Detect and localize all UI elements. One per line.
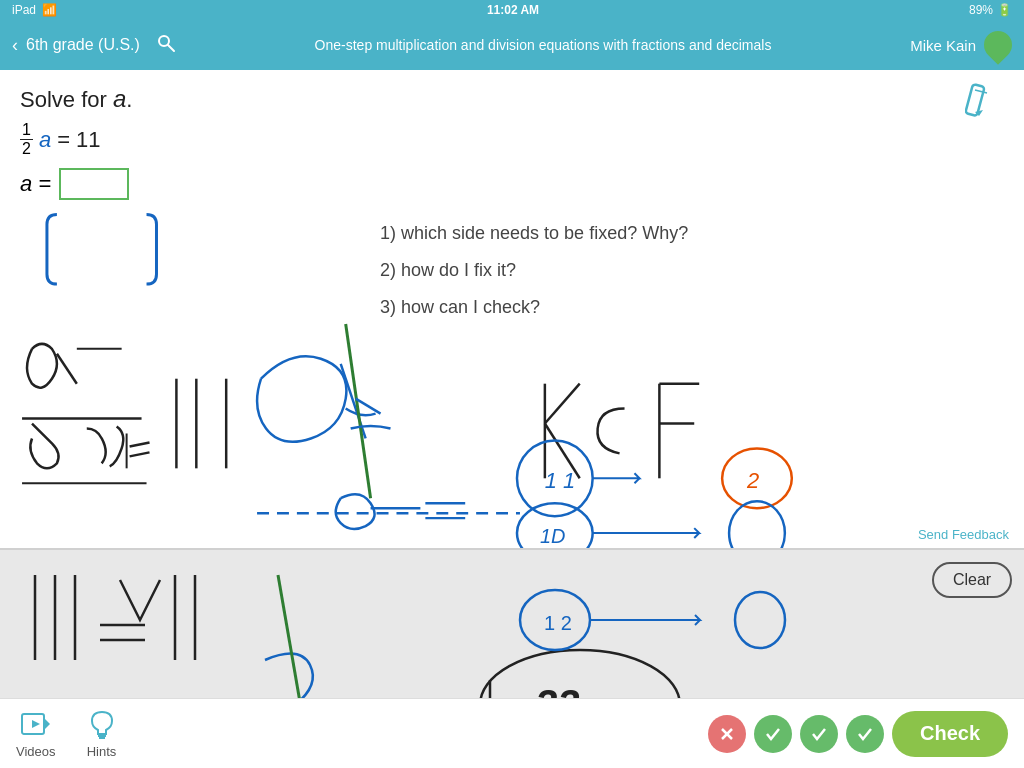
leaf-icon xyxy=(978,25,1018,65)
svg-text:1 2: 1 2 xyxy=(544,612,572,634)
grade-label: 6th grade (U.S.) xyxy=(26,36,140,54)
wifi-icon: 📶 xyxy=(42,3,57,17)
problem-area: Solve for a. 1 2 a = 11 a = xyxy=(20,85,132,200)
fraction-numerator: 1 xyxy=(20,121,33,140)
hints-icon xyxy=(86,708,118,740)
fraction-denominator: 2 xyxy=(20,140,33,158)
svg-point-32 xyxy=(520,590,590,650)
solve-variable: a xyxy=(113,85,126,112)
question-2: 2) how do I fix it? xyxy=(380,257,688,284)
question-1: 1) which side needs to be fixed? Why? xyxy=(380,220,688,247)
svg-point-15 xyxy=(517,503,593,548)
bottom-tools: Videos Hints xyxy=(16,708,118,759)
videos-label: Videos xyxy=(16,744,56,759)
videos-icon xyxy=(20,708,52,740)
hints-label: Hints xyxy=(87,744,117,759)
nav-bar: ‹ 6th grade (U.S.) One-step multiplicati… xyxy=(0,20,1024,70)
search-icon[interactable] xyxy=(156,33,176,57)
answer-box[interactable] xyxy=(59,168,129,200)
clear-button[interactable]: Clear xyxy=(932,562,1012,598)
user-area: Mike Kain xyxy=(910,31,1012,59)
status-right: 89% 🔋 xyxy=(969,3,1012,17)
back-chevron-icon: ‹ xyxy=(12,35,18,56)
svg-line-1 xyxy=(168,45,174,51)
svg-point-13 xyxy=(517,440,593,516)
svg-point-34 xyxy=(735,592,785,648)
equation-variable: a xyxy=(39,127,51,153)
svg-line-4 xyxy=(975,90,987,93)
svg-line-8 xyxy=(346,324,371,498)
svg-text:1D: 1D xyxy=(540,525,565,547)
svg-marker-42 xyxy=(32,720,40,728)
check-button[interactable]: Check xyxy=(892,711,1008,757)
battery-icon: 🔋 xyxy=(997,3,1012,17)
check-circle-2 xyxy=(800,715,838,753)
check-circle-x xyxy=(708,715,746,753)
main-content: Solve for a. 1 2 a = 11 a = 1) which sid… xyxy=(0,70,1024,698)
hints-tool[interactable]: Hints xyxy=(86,708,118,759)
eq-sign: = xyxy=(57,127,70,153)
eq-value: 11 xyxy=(76,127,100,153)
status-left: iPad 📶 xyxy=(12,3,57,17)
solve-prefix: Solve for xyxy=(20,87,113,112)
pencil-button[interactable] xyxy=(965,80,1009,124)
send-feedback-link[interactable]: Send Feedback xyxy=(918,527,1009,542)
questions-area: 1) which side needs to be fixed? Why? 2)… xyxy=(380,220,688,331)
equation-row: 1 2 a = 11 xyxy=(20,121,132,158)
status-bar: iPad 📶 11:02 AM 89% 🔋 xyxy=(0,0,1024,20)
svg-point-17 xyxy=(722,448,792,508)
svg-point-19 xyxy=(729,501,785,548)
svg-text:1 1: 1 1 xyxy=(545,468,575,493)
upper-area: Solve for a. 1 2 a = 11 a = 1) which sid… xyxy=(0,70,1024,550)
check-circle-3 xyxy=(846,715,884,753)
check-circle-1 xyxy=(754,715,792,753)
solve-text: Solve for a. xyxy=(20,85,132,113)
back-button[interactable]: ‹ 6th grade (U.S.) xyxy=(12,33,176,57)
check-area: Check xyxy=(708,711,1008,757)
status-time: 11:02 AM xyxy=(487,3,539,17)
solve-suffix: . xyxy=(126,87,132,112)
ipad-label: iPad xyxy=(12,3,36,17)
fraction: 1 2 xyxy=(20,121,33,158)
bottom-bar: Videos Hints Check xyxy=(0,698,1024,768)
videos-tool[interactable]: Videos xyxy=(16,708,56,759)
lesson-title: One-step multiplication and division equ… xyxy=(315,37,772,53)
battery-label: 89% xyxy=(969,3,993,17)
answer-var-label: a = xyxy=(20,171,51,197)
question-3: 3) how can I check? xyxy=(380,294,688,321)
user-name: Mike Kain xyxy=(910,37,976,54)
svg-text:2: 2 xyxy=(746,468,759,493)
answer-row: a = xyxy=(20,168,132,200)
svg-marker-41 xyxy=(44,718,50,730)
